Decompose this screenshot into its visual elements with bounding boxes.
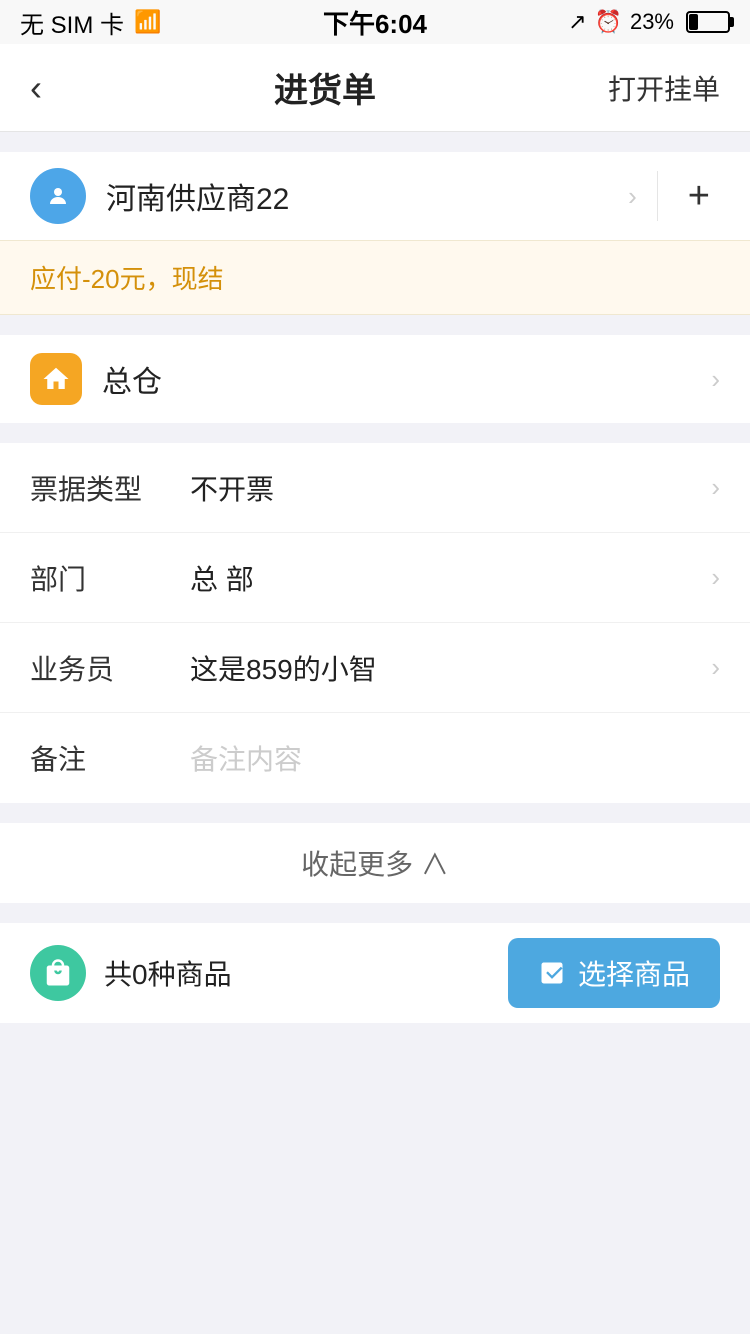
vertical-divider (657, 171, 658, 221)
collapse-label: 收起更多 ∧ (301, 843, 449, 883)
shopping-bag-icon (43, 958, 73, 988)
warehouse-row[interactable]: 总仓 › (30, 335, 720, 423)
supplier-notice: 应付-20元，现结 (0, 240, 750, 315)
supplier-chevron-icon: › (628, 181, 637, 212)
invoice-chevron-icon: › (711, 472, 720, 503)
remark-row[interactable]: 备注 备注内容 (0, 713, 750, 803)
collapse-button[interactable]: 收起更多 ∧ (0, 823, 750, 903)
invoice-label: 票据类型 (30, 468, 170, 508)
warehouse-icon (30, 353, 82, 405)
warehouse-name: 总仓 (102, 357, 691, 401)
back-button[interactable]: ‹ (30, 67, 42, 109)
form-section: 票据类型 不开票 › 部门 总 部 › 业务员 这是859的小智 › 备注 备注… (0, 443, 750, 803)
remark-input[interactable]: 备注内容 (170, 738, 720, 778)
open-pending-button[interactable]: 打开挂单 (608, 68, 720, 108)
supplier-row[interactable]: 河南供应商22 › (30, 152, 637, 240)
department-label: 部门 (30, 558, 170, 598)
select-goods-button[interactable]: 选择商品 (508, 938, 720, 1008)
status-bar: 无 SIM 卡 📶 下午6:04 ↗ ⏰ 23% (0, 0, 750, 44)
goods-count-text: 共0种商品 (104, 953, 232, 993)
battery-icon (686, 11, 730, 33)
nav-bar: ‹ 进货单 打开挂单 (0, 44, 750, 132)
carrier-text: 无 SIM 卡 (20, 5, 124, 40)
battery-text: 23% (630, 9, 674, 35)
invoice-value: 不开票 (170, 468, 711, 508)
warehouse-chevron-icon: › (711, 364, 720, 395)
section-divider-1 (0, 132, 750, 152)
invoice-row[interactable]: 票据类型 不开票 › (0, 443, 750, 533)
location-icon: ↗ (568, 9, 586, 35)
add-supplier-button[interactable]: + (678, 165, 720, 228)
department-chevron-icon: › (711, 562, 720, 593)
salesman-label: 业务员 (30, 648, 170, 688)
status-right: ↗ ⏰ 23% (568, 9, 730, 35)
supplier-name: 河南供应商22 (106, 174, 608, 218)
alarm-icon: ⏰ (595, 9, 622, 35)
status-time: 下午6:04 (323, 4, 427, 41)
supplier-avatar (30, 168, 86, 224)
salesman-row[interactable]: 业务员 这是859的小智 › (0, 623, 750, 713)
person-icon (46, 184, 70, 208)
select-goods-label: 选择商品 (578, 953, 690, 993)
goods-icon (30, 945, 86, 1001)
remark-label: 备注 (30, 738, 170, 778)
goods-count-area: 共0种商品 (30, 945, 232, 1001)
page-title: 进货单 (274, 63, 376, 112)
department-row[interactable]: 部门 总 部 › (0, 533, 750, 623)
department-value: 总 部 (170, 558, 711, 598)
warehouse-section[interactable]: 总仓 › (0, 335, 750, 423)
select-goods-icon (538, 959, 566, 987)
home-icon (41, 364, 71, 394)
status-left: 无 SIM 卡 📶 (20, 5, 161, 40)
wifi-icon: 📶 (134, 9, 161, 35)
rest-area (0, 1023, 750, 1323)
salesman-chevron-icon: › (711, 652, 720, 683)
supplier-section: 河南供应商22 › + (0, 152, 750, 240)
bottom-section: 共0种商品 选择商品 (0, 923, 750, 1023)
salesman-value: 这是859的小智 (170, 648, 711, 688)
